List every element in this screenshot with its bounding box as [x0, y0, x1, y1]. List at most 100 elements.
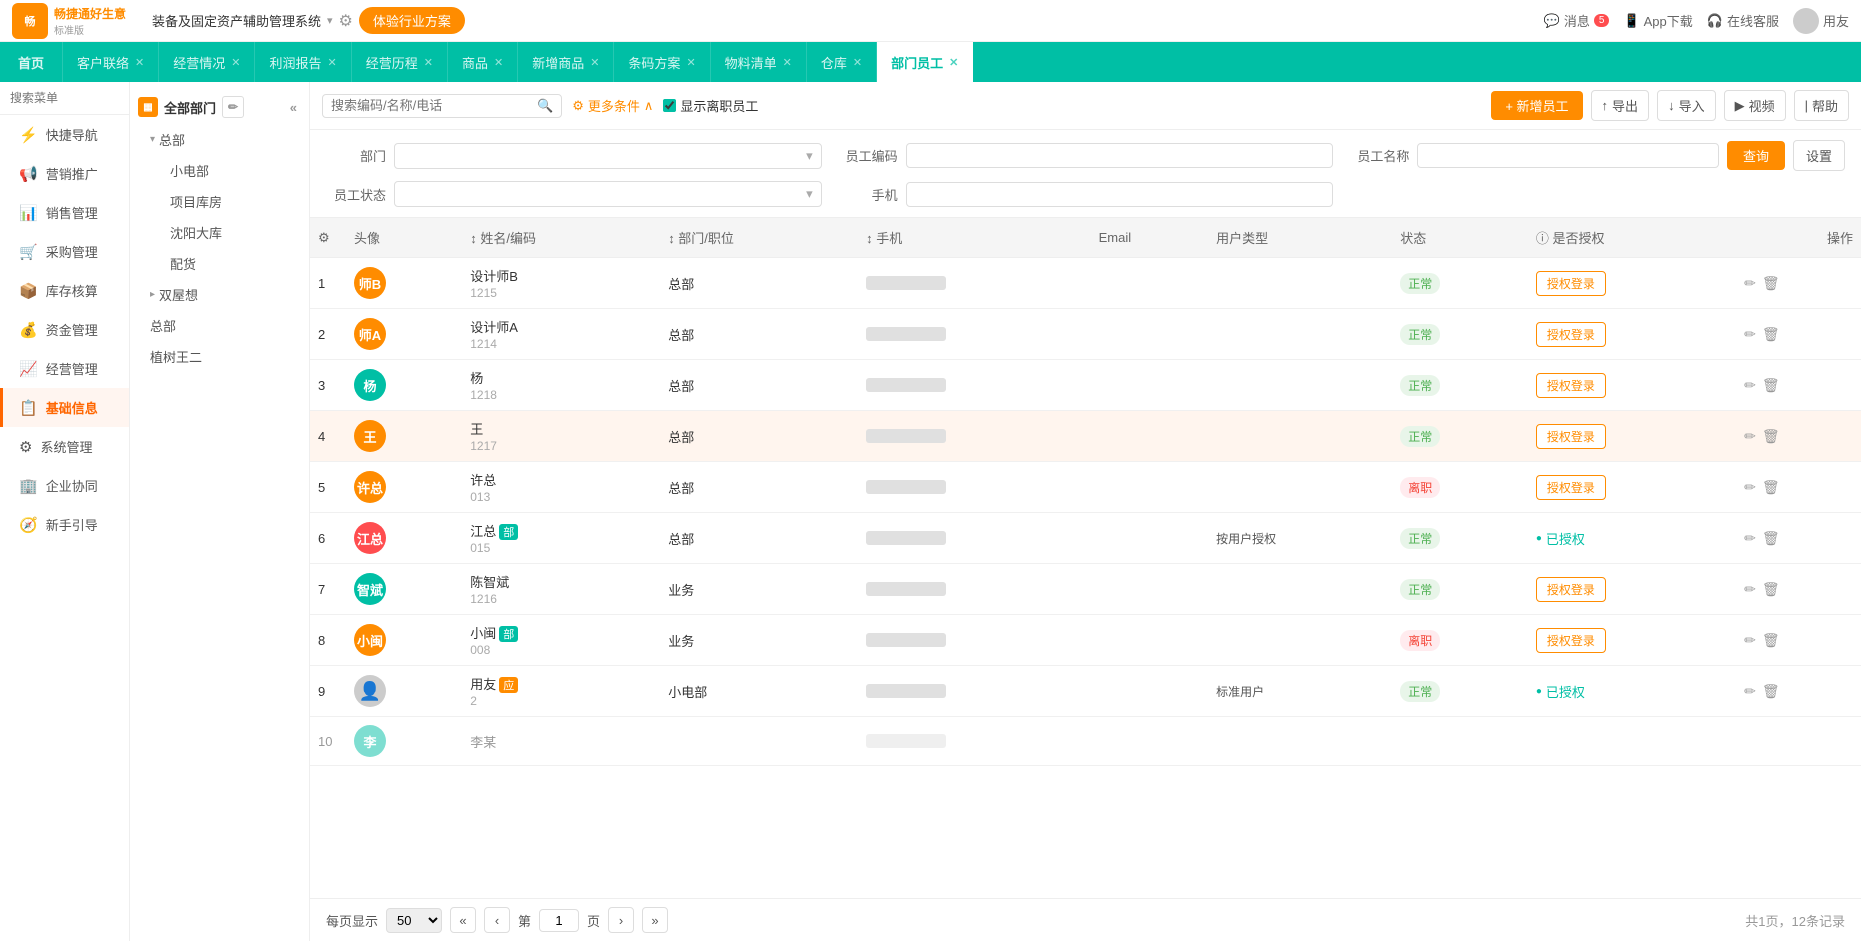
user-menu[interactable]: 用友	[1793, 8, 1849, 34]
tab-close-icon[interactable]: ✕	[853, 56, 862, 69]
dept-group-header-zongbu[interactable]: ▾ 总部	[138, 124, 309, 155]
sidebar-item-company[interactable]: 🏢企业协同	[0, 466, 129, 505]
dept-item-zongbu2[interactable]: 总部	[130, 310, 309, 341]
nav-tab-经营情况[interactable]: 经营情况 ✕	[159, 42, 255, 82]
dept-edit-button[interactable]: ✏	[222, 96, 244, 118]
dept-item-peihuo[interactable]: 配货	[150, 248, 309, 279]
edit-button[interactable]: ✏	[1744, 326, 1756, 343]
search-input[interactable]	[331, 98, 531, 113]
last-page-button[interactable]: »	[642, 907, 668, 933]
tab-close-icon[interactable]: ✕	[424, 56, 433, 69]
tab-close-icon[interactable]: ✕	[231, 56, 240, 69]
auth-login-button[interactable]: 授权登录	[1536, 475, 1606, 500]
set-button[interactable]: 设置	[1793, 140, 1845, 171]
online-service-button[interactable]: 🎧 在线客服	[1707, 11, 1779, 30]
dept-select[interactable]: ▾	[394, 143, 822, 169]
sidebar-item-guide[interactable]: 🧭新手引导	[0, 505, 129, 544]
dept-group-header-shuangwuxiang[interactable]: ▸ 双屋想	[138, 279, 309, 310]
dept-item-xiaodianbu[interactable]: 小电部	[150, 155, 309, 186]
delete-button[interactable]: 🗑	[1762, 479, 1780, 496]
tab-close-icon[interactable]: ✕	[328, 56, 337, 69]
auth-login-button[interactable]: 授权登录	[1536, 322, 1606, 347]
nav-tab-新增商品[interactable]: 新增商品 ✕	[518, 42, 614, 82]
sidebar-item-basic-info[interactable]: 📋基础信息	[0, 388, 129, 427]
page-size-select[interactable]: 50 100	[386, 908, 442, 933]
nav-tab-仓库[interactable]: 仓库 ✕	[807, 42, 877, 82]
empcode-input[interactable]	[906, 143, 1334, 168]
message-button[interactable]: 💬 消息 5	[1544, 11, 1610, 30]
sidebar-item-system[interactable]: ⚙系统管理	[0, 427, 129, 466]
dept-item-zhishuwanger[interactable]: 植树王二	[130, 341, 309, 372]
phone-input[interactable]	[906, 182, 1334, 207]
delete-button[interactable]: 🗑	[1762, 377, 1780, 394]
auth-login-button[interactable]: 授权登录	[1536, 271, 1606, 296]
sidebar-item-business[interactable]: 📈经营管理	[0, 349, 129, 388]
delete-button[interactable]: 🗑	[1762, 581, 1780, 598]
sidebar-item-inventory[interactable]: 📦库存核算	[0, 271, 129, 310]
auth-login-button[interactable]: 授权登录	[1536, 373, 1606, 398]
tab-close-icon[interactable]: ✕	[590, 56, 599, 69]
nav-tab-商品[interactable]: 商品 ✕	[448, 42, 518, 82]
nav-tab-客户联络[interactable]: 客户联络 ✕	[63, 42, 159, 82]
prev-page-button[interactable]: ‹	[484, 907, 510, 933]
dept-item-xiangmukufang[interactable]: 项目库房	[150, 186, 309, 217]
sidebar-item-finance[interactable]: 💰资金管理	[0, 310, 129, 349]
delete-button[interactable]: 🗑	[1762, 275, 1780, 292]
delete-button[interactable]: 🗑	[1762, 530, 1780, 547]
page-number-input[interactable]	[539, 909, 579, 932]
nav-tab-物料清单[interactable]: 物料清单 ✕	[711, 42, 807, 82]
auth-login-button[interactable]: 授权登录	[1536, 577, 1606, 602]
tab-close-icon[interactable]: ✕	[949, 56, 958, 69]
dept-item-shenyangdaku[interactable]: 沈阳大库	[150, 217, 309, 248]
nav-tab-利润报告[interactable]: 利润报告 ✕	[255, 42, 351, 82]
edit-button[interactable]: ✏	[1744, 377, 1756, 394]
export-button[interactable]: ↑ 导出	[1591, 90, 1650, 121]
tab-close-icon[interactable]: ✕	[135, 56, 144, 69]
nav-tab-部门员工[interactable]: 部门员工 ✕	[877, 42, 973, 82]
sidebar-item-sales[interactable]: 📊销售管理	[0, 193, 129, 232]
import-button[interactable]: ↓ 导入	[1657, 90, 1716, 121]
col-name[interactable]: ↕ 姓名/编码	[462, 218, 660, 258]
trial-button[interactable]: 体验行业方案	[359, 7, 465, 34]
first-page-button[interactable]: «	[450, 907, 476, 933]
delete-button[interactable]: 🗑	[1762, 428, 1780, 445]
edit-button[interactable]: ✏	[1744, 530, 1756, 547]
search-submit-icon[interactable]: 🔍	[537, 98, 553, 114]
query-button[interactable]: 查询	[1727, 141, 1785, 170]
sidebar-item-quick-nav[interactable]: ⚡快捷导航	[0, 115, 129, 154]
dropdown-arrow-icon[interactable]: ▾	[327, 14, 333, 27]
col-phone[interactable]: ↕ 手机	[858, 218, 1091, 258]
nav-tab-条码方案[interactable]: 条码方案 ✕	[614, 42, 710, 82]
next-page-button[interactable]: ›	[608, 907, 634, 933]
show-resigned-input[interactable]	[663, 99, 676, 112]
edit-button[interactable]: ✏	[1744, 479, 1756, 496]
help-button[interactable]: | 帮助	[1794, 90, 1849, 121]
tab-close-icon[interactable]: ✕	[494, 56, 503, 69]
empstatus-select[interactable]: ▾	[394, 181, 822, 207]
tab-close-icon[interactable]: ✕	[686, 56, 695, 69]
col-dept[interactable]: ↕ 部门/职位	[660, 218, 858, 258]
empname-input[interactable]	[1417, 143, 1719, 168]
edit-button[interactable]: ✏	[1744, 581, 1756, 598]
auth-login-button[interactable]: 授权登录	[1536, 628, 1606, 653]
view-button[interactable]: ▶ 视频	[1724, 90, 1786, 121]
dept-collapse-button[interactable]: «	[290, 100, 297, 115]
sidebar-item-marketing[interactable]: 📢营销推广	[0, 154, 129, 193]
nav-tab-经营历程[interactable]: 经营历程 ✕	[352, 42, 448, 82]
col-settings[interactable]: ⚙	[310, 218, 346, 258]
delete-button[interactable]: 🗑	[1762, 326, 1780, 343]
add-employee-button[interactable]: + 新增员工	[1491, 91, 1582, 120]
show-resigned-checkbox[interactable]: 显示离职员工	[663, 96, 758, 115]
delete-button[interactable]: 🗑	[1762, 683, 1780, 700]
settings-icon[interactable]: ⚙	[339, 11, 353, 31]
app-download-button[interactable]: 📱 App下载	[1623, 11, 1692, 30]
auth-login-button[interactable]: 授权登录	[1536, 424, 1606, 449]
sidebar-item-purchase[interactable]: 🛒采购管理	[0, 232, 129, 271]
delete-button[interactable]: 🗑	[1762, 632, 1780, 649]
edit-button[interactable]: ✏	[1744, 275, 1756, 292]
more-conditions-button[interactable]: ⚙ 更多条件 ∧	[572, 96, 653, 115]
edit-button[interactable]: ✏	[1744, 428, 1756, 445]
nav-tab-首页[interactable]: 首页	[0, 42, 63, 82]
edit-button[interactable]: ✏	[1744, 632, 1756, 649]
edit-button[interactable]: ✏	[1744, 683, 1756, 700]
